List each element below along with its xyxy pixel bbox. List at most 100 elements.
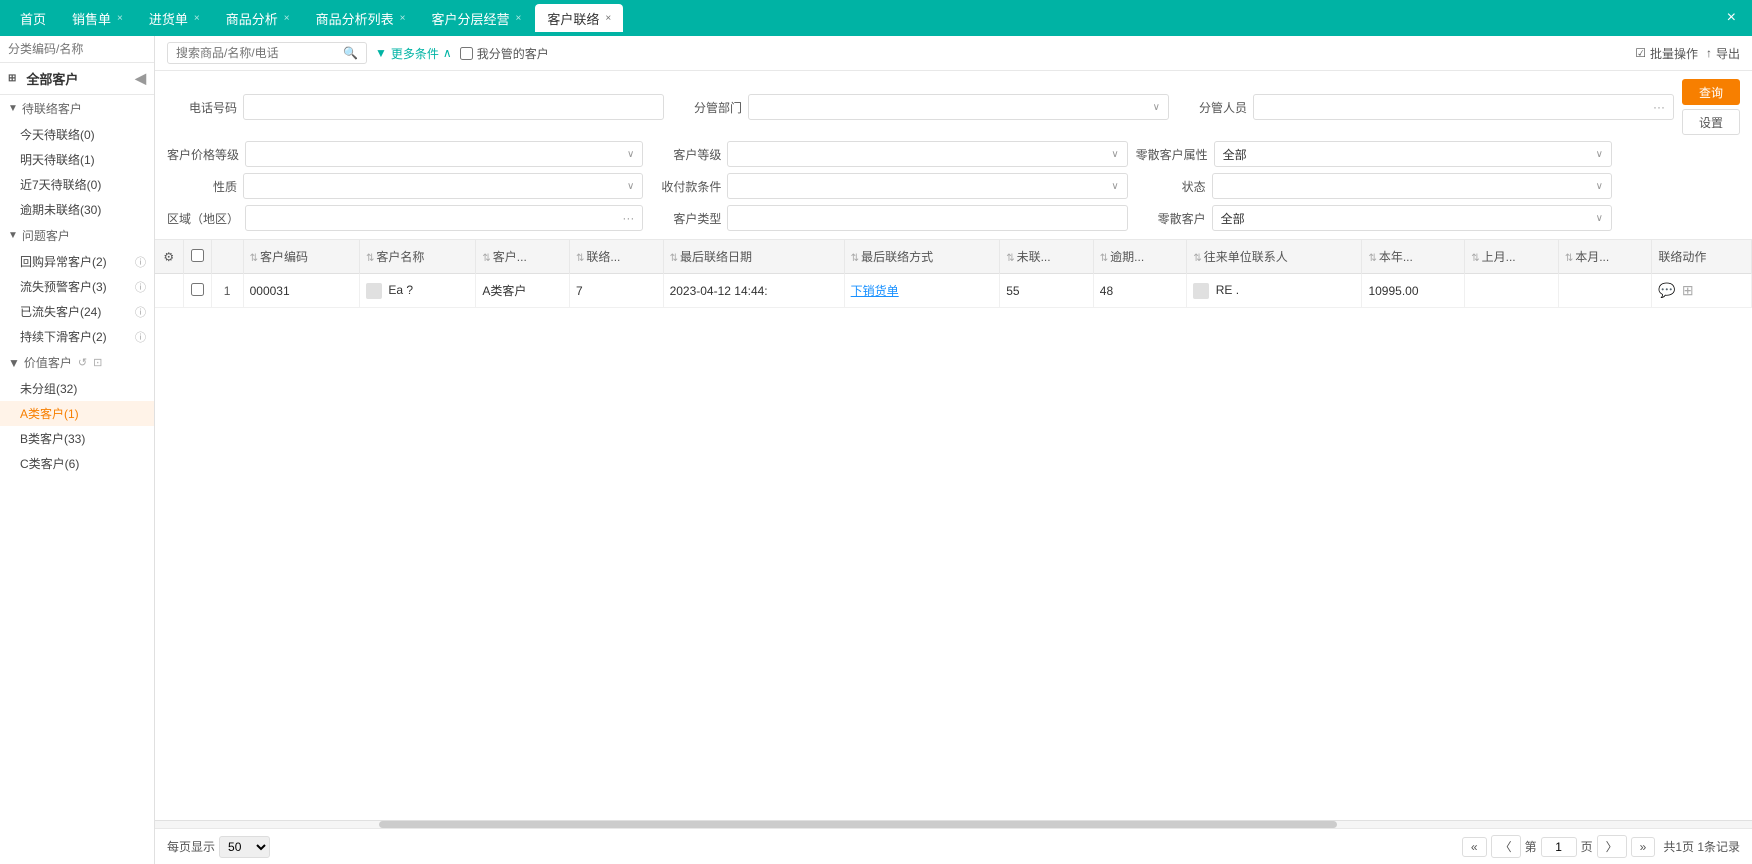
price-level-select[interactable]: ∨ [245, 141, 643, 167]
retail-attr-select[interactable]: 全部 ∨ [1214, 141, 1612, 167]
sidebar-item-overdue[interactable]: 逾期未联络(30) [0, 197, 154, 222]
nav-tab-analysis-list[interactable]: 商品分析列表 × [304, 4, 418, 32]
bottom-bar: 每页显示 10 20 50 100 « 〈 第 页 〉 » 共1页 1条记录 [155, 828, 1752, 864]
dept-select[interactable]: ∨ [748, 94, 1169, 120]
sidebar-item-unclassified[interactable]: 未分组(32) [0, 376, 154, 401]
next-page-button[interactable]: 〉 [1597, 835, 1627, 858]
sidebar-item-b-class[interactable]: B类客户(33) [0, 426, 154, 451]
home-label: 首页 [20, 9, 46, 28]
sidebar-item-tomorrow[interactable]: 明天待联络(1) [0, 147, 154, 172]
7days-label: 近7天待联络(0) [20, 176, 101, 193]
select-all-checkbox[interactable] [191, 249, 204, 262]
close-customer-segment-icon[interactable]: × [515, 13, 521, 24]
batch-op-button[interactable]: ☑ 批量操作 [1635, 45, 1698, 62]
main-container: 🔍 ⊞ 全部客户 ◀ ▼ 待联络客户 今天待联络(0) 明天待联络(1) 近7天… [0, 36, 1752, 864]
nav-tab-purchase[interactable]: 进货单 × [137, 4, 212, 32]
more-filter-button[interactable]: ▼ 更多条件 ∧ [375, 45, 452, 62]
row-this-month-cell [1558, 274, 1652, 308]
sidebar-item-already-lost[interactable]: 已流失客户(24) ⓘ [0, 299, 154, 324]
repeat-buy-label: 回购异常客户(2) [20, 253, 107, 270]
last-page-button[interactable]: » [1631, 837, 1656, 857]
sidebar-item-today[interactable]: 今天待联络(0) [0, 122, 154, 147]
this-month-sort-icon: ⇅ [1565, 253, 1573, 264]
per-page-select[interactable]: 10 20 50 100 [219, 836, 270, 858]
close-purchase-icon[interactable]: × [194, 13, 200, 24]
export-button[interactable]: ↑ 导出 [1706, 45, 1740, 62]
this-year-header[interactable]: ⇅本年... [1362, 240, 1465, 274]
row-action-cell: 💬 ⊞ [1652, 274, 1752, 308]
payment-dropdown-icon: ∨ [1111, 181, 1118, 192]
nav-tab-sales[interactable]: 销售单 × [60, 4, 135, 32]
close-customer-contact-icon[interactable]: × [605, 13, 611, 24]
customer-contact-label: 客户联络 [547, 9, 599, 28]
sidebar-section-pending[interactable]: ▼ 待联络客户 [0, 95, 154, 122]
sidebar-item-lost-warning[interactable]: 流失预警客户(3) ⓘ [0, 274, 154, 299]
no-contact-header[interactable]: ⇅未联... [1000, 240, 1094, 274]
row-checkbox-cell[interactable] [183, 274, 211, 308]
sidebar-section-problem[interactable]: ▼ 问题客户 [0, 222, 154, 249]
close-sales-icon[interactable]: × [117, 13, 123, 24]
setting-button[interactable]: 设置 [1682, 109, 1740, 135]
pending-section-label: 待联络客户 [22, 100, 82, 117]
last-contact-date-header[interactable]: ⇅最后联络日期 [663, 240, 844, 274]
level-select[interactable]: ∨ [727, 141, 1127, 167]
prev-unit-header[interactable]: ⇅往来单位联系人 [1187, 240, 1362, 274]
already-lost-info-icon: ⓘ [135, 304, 146, 320]
sidebar-section-value[interactable]: ▼ 价值客户 ↺ ⊡ [0, 349, 154, 376]
cust-type-input[interactable] [727, 205, 1127, 231]
name-avatar [366, 283, 382, 299]
sidebar-item-7days[interactable]: 近7天待联络(0) [0, 172, 154, 197]
content-area: 🔍 ▼ 更多条件 ∧ 我分管的客户 ☑ 批量操作 ↑ 导出 [155, 36, 1752, 864]
lost-warning-info-icon: ⓘ [135, 279, 146, 295]
value-add-icon[interactable]: ⊡ [93, 356, 102, 369]
overdue-header[interactable]: ⇅逾期... [1093, 240, 1187, 274]
filter-field-retail-attr: 零散客户属性 全部 ∨ [1136, 141, 1612, 167]
sidebar-item-c-class[interactable]: C类客户(6) [0, 451, 154, 476]
grid-action-icon[interactable]: ⊞ [1682, 282, 1694, 299]
retail-select[interactable]: 全部 ∨ [1212, 205, 1612, 231]
sidebar-item-repeat-buy[interactable]: 回购异常客户(2) ⓘ [0, 249, 154, 274]
last-way-link[interactable]: 下销货单 [851, 284, 899, 298]
row-checkbox[interactable] [191, 283, 204, 296]
last-month-header[interactable]: ⇅上月... [1465, 240, 1559, 274]
gear-header[interactable]: ⚙ [155, 240, 183, 274]
code-header[interactable]: ⇅客户编码 [243, 240, 359, 274]
checkbox-header[interactable] [183, 240, 211, 274]
my-customer-check[interactable] [460, 47, 473, 60]
query-button[interactable]: 查询 [1682, 79, 1740, 105]
level-dropdown-icon: ∨ [1111, 149, 1118, 160]
this-year-sort-icon: ⇅ [1368, 253, 1376, 264]
first-page-button[interactable]: « [1462, 837, 1487, 857]
cust-level-header[interactable]: ⇅客户... [476, 240, 570, 274]
filter-search-input[interactable] [176, 46, 339, 60]
close-analysis-icon[interactable]: × [284, 13, 290, 24]
filter-search-box[interactable]: 🔍 [167, 42, 367, 64]
value-refresh-icon[interactable]: ↺ [78, 356, 87, 369]
nav-tab-home[interactable]: 首页 [8, 4, 58, 32]
page-number-input[interactable] [1541, 837, 1577, 857]
nav-tab-analysis[interactable]: 商品分析 × [214, 4, 302, 32]
nature-select[interactable]: ∨ [243, 173, 643, 199]
last-contact-way-header[interactable]: ⇅最后联络方式 [844, 240, 1000, 274]
name-header[interactable]: ⇅客户名称 [360, 240, 476, 274]
close-all-button[interactable]: × [1719, 9, 1744, 27]
region-input[interactable]: ··· [245, 205, 643, 231]
chat-icon[interactable]: 💬 [1658, 282, 1675, 299]
no-contact-sort-icon: ⇅ [1006, 253, 1014, 264]
close-analysis-list-icon[interactable]: × [400, 13, 406, 24]
status-select[interactable]: ∨ [1212, 173, 1612, 199]
this-month-header[interactable]: ⇅本月... [1558, 240, 1652, 274]
contact-header[interactable]: ⇅联络... [569, 240, 663, 274]
phone-input[interactable] [243, 94, 664, 120]
prev-page-button[interactable]: 〈 [1491, 835, 1521, 858]
sidebar-item-continue-down[interactable]: 持续下滑客户(2) ⓘ [0, 324, 154, 349]
sidebar-item-a-class[interactable]: A类客户(1) [0, 401, 154, 426]
sidebar-search-bar: 🔍 [0, 36, 154, 63]
sidebar-collapse-button[interactable]: ◀ [135, 70, 146, 87]
sidebar-search-input[interactable] [8, 42, 155, 56]
my-customer-checkbox[interactable]: 我分管的客户 [460, 45, 549, 62]
payment-select[interactable]: ∨ [727, 173, 1127, 199]
manager-input[interactable]: ··· [1253, 94, 1674, 120]
nav-tab-customer-contact[interactable]: 客户联络 × [535, 4, 623, 32]
nav-tab-customer-segment[interactable]: 客户分层经营 × [419, 4, 533, 32]
